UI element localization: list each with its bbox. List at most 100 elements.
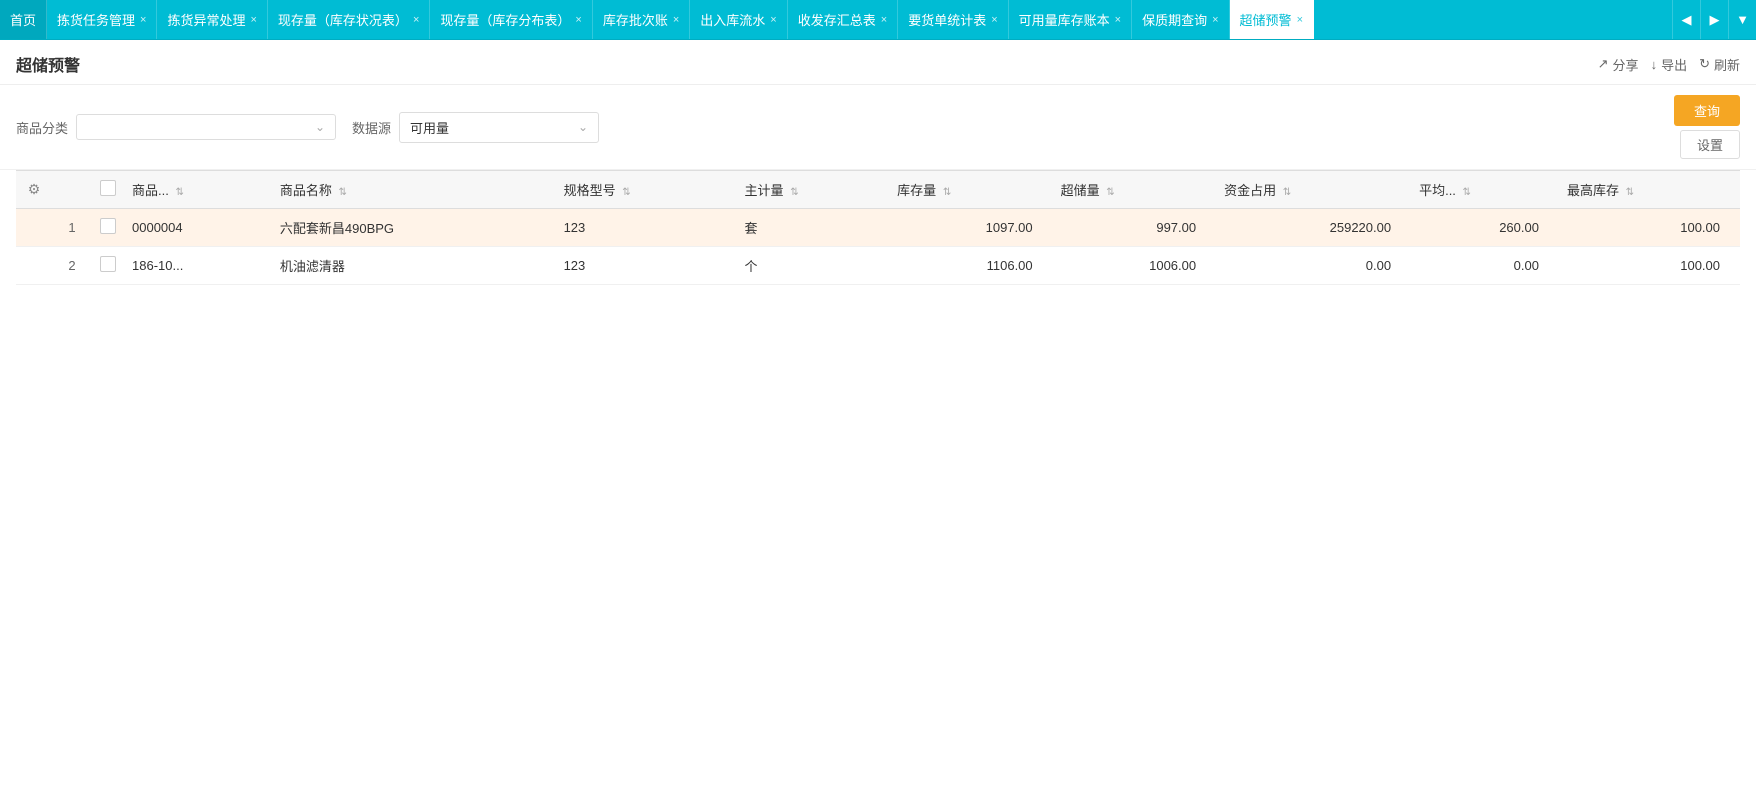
col-header-capital[interactable]: 资金占用 ⇅ (1216, 171, 1411, 209)
row-over: 1006.00 (1053, 247, 1216, 285)
nav-home[interactable]: 首页 (0, 0, 47, 39)
close-tab-icon[interactable]: × (673, 14, 679, 26)
nav-tab-tab-4[interactable]: 现存量（库存分布表）× (430, 0, 592, 39)
page-content: 超储预警 ↗ 分享 ↓ 导出 ↻ 刷新 商品分类 ⌄ (0, 40, 1756, 800)
row-name: 机油滤清器 (272, 247, 556, 285)
filter-buttons: 查询 设置 (1674, 95, 1740, 159)
col-name-sort-icon: ⇅ (339, 187, 347, 198)
export-icon: ↓ (1651, 57, 1658, 72)
share-icon: ↗ (1598, 56, 1609, 72)
datasource-select[interactable]: 可用量 ⌄ (399, 112, 599, 143)
close-tab-icon[interactable]: × (991, 14, 997, 26)
col-capital-label: 资金占用 (1224, 183, 1276, 198)
row-unit: 个 (737, 247, 890, 285)
col-over-label: 超储量 (1061, 183, 1100, 198)
gear-icon[interactable]: ⚙ (28, 181, 41, 197)
row-over: 997.00 (1053, 209, 1216, 247)
row-code: 0000004 (124, 209, 272, 247)
col-header-unit[interactable]: 主计量 ⇅ (737, 171, 890, 209)
row-checkbox-cell (92, 209, 124, 247)
nav-tab-tab-9[interactable]: 可用量库存账本× (1009, 0, 1132, 39)
row-capital: 0.00 (1216, 247, 1411, 285)
close-tab-icon[interactable]: × (1297, 14, 1303, 26)
col-max-label: 最高库存 (1567, 183, 1619, 198)
col-avg-sort-icon: ⇅ (1463, 187, 1471, 198)
col-header-code[interactable]: 商品... ⇅ (124, 171, 272, 209)
category-chevron-icon: ⌄ (315, 120, 325, 134)
col-header-stock[interactable]: 库存量 ⇅ (889, 171, 1052, 209)
row-spec: 123 (556, 209, 737, 247)
col-header-over[interactable]: 超储量 ⇅ (1053, 171, 1216, 209)
col-stock-label: 库存量 (897, 183, 936, 198)
nav-next-arrow[interactable]: ▶ (1700, 0, 1728, 40)
table-row: 2 186-10... 机油滤清器 123 个 1106.00 1006.00 … (16, 247, 1740, 285)
table-header-row: ⚙ 商品... ⇅ 商品名称 ⇅ 规格型号 (16, 171, 1740, 209)
close-tab-icon[interactable]: × (1115, 14, 1121, 26)
nav-tab-tab-3[interactable]: 现存量（库存状况表）× (268, 0, 430, 39)
col-spec-sort-icon: ⇅ (622, 187, 630, 198)
nav-tab-tab-1[interactable]: 拣货任务管理× (47, 0, 157, 39)
category-filter-group: 商品分类 ⌄ (16, 114, 336, 140)
col-name-label: 商品名称 (280, 183, 332, 198)
close-tab-icon[interactable]: × (250, 14, 256, 26)
nav-tab-tab-2[interactable]: 拣货异常处理× (157, 0, 267, 39)
col-header-gear: ⚙ (16, 171, 52, 209)
col-header-index (52, 171, 92, 209)
nav-menu-arrow[interactable]: ▼ (1728, 0, 1756, 40)
row-checkbox[interactable] (100, 256, 116, 272)
col-spec-label: 规格型号 (564, 183, 616, 198)
row-spec: 123 (556, 247, 737, 285)
page-header: 超储预警 ↗ 分享 ↓ 导出 ↻ 刷新 (0, 40, 1756, 85)
nav-prev-arrow[interactable]: ◀ (1672, 0, 1700, 40)
col-over-sort-icon: ⇅ (1106, 187, 1114, 198)
col-header-max[interactable]: 最高库存 ⇅ (1559, 171, 1740, 209)
export-button[interactable]: ↓ 导出 (1651, 55, 1688, 74)
nav-tab-tab-6[interactable]: 出入库流水× (690, 0, 787, 39)
close-tab-icon[interactable]: × (575, 14, 581, 26)
col-unit-sort-icon: ⇅ (790, 187, 798, 198)
nav-tab-tab-10[interactable]: 保质期查询× (1132, 0, 1229, 39)
row-code: 186-10... (124, 247, 272, 285)
table-row: 1 0000004 六配套新昌490BPG 123 套 1097.00 997.… (16, 209, 1740, 247)
nav-tab-tab-5[interactable]: 库存批次账× (593, 0, 690, 39)
close-tab-icon[interactable]: × (770, 14, 776, 26)
category-label: 商品分类 (16, 118, 68, 137)
close-tab-icon[interactable]: × (140, 14, 146, 26)
col-code-sort-icon: ⇅ (175, 187, 183, 198)
nav-bar: 首页 拣货任务管理×拣货异常处理×现存量（库存状况表）×现存量（库存分布表）×库… (0, 0, 1756, 40)
row-stock: 1106.00 (889, 247, 1052, 285)
close-tab-icon[interactable]: × (881, 14, 887, 26)
table-container: ⚙ 商品... ⇅ 商品名称 ⇅ 规格型号 (0, 170, 1756, 285)
row-unit: 套 (737, 209, 890, 247)
datasource-filter-group: 数据源 可用量 ⌄ (352, 112, 599, 143)
datasource-chevron-icon: ⌄ (578, 120, 588, 134)
nav-tab-tab-11[interactable]: 超储预警× (1230, 0, 1314, 39)
col-stock-sort-icon: ⇅ (943, 187, 951, 198)
page-title: 超储预警 (16, 52, 80, 76)
row-checkbox-cell (92, 247, 124, 285)
col-header-spec[interactable]: 规格型号 ⇅ (556, 171, 737, 209)
nav-tab-tab-7[interactable]: 收发存汇总表× (788, 0, 898, 39)
row-stock: 1097.00 (889, 209, 1052, 247)
row-name: 六配套新昌490BPG (272, 209, 556, 247)
close-tab-icon[interactable]: × (413, 14, 419, 26)
row-avg: 0.00 (1411, 247, 1559, 285)
query-button[interactable]: 查询 (1674, 95, 1740, 126)
header-checkbox[interactable] (100, 180, 116, 196)
col-max-sort-icon: ⇅ (1626, 187, 1634, 198)
settings-button[interactable]: 设置 (1680, 130, 1740, 159)
col-header-avg[interactable]: 平均... ⇅ (1411, 171, 1559, 209)
nav-arrows: ◀ ▶ ▼ (1672, 0, 1756, 40)
row-capital: 259220.00 (1216, 209, 1411, 247)
row-gear-cell (16, 247, 52, 285)
col-header-checkbox (92, 171, 124, 209)
category-select[interactable]: ⌄ (76, 114, 336, 140)
row-checkbox[interactable] (100, 218, 116, 234)
col-unit-label: 主计量 (745, 183, 784, 198)
datasource-label: 数据源 (352, 118, 391, 137)
nav-tab-tab-8[interactable]: 要货单统计表× (898, 0, 1008, 39)
share-button[interactable]: ↗ 分享 (1598, 55, 1639, 74)
refresh-button[interactable]: ↻ 刷新 (1699, 55, 1740, 74)
col-header-name[interactable]: 商品名称 ⇅ (272, 171, 556, 209)
close-tab-icon[interactable]: × (1212, 14, 1218, 26)
